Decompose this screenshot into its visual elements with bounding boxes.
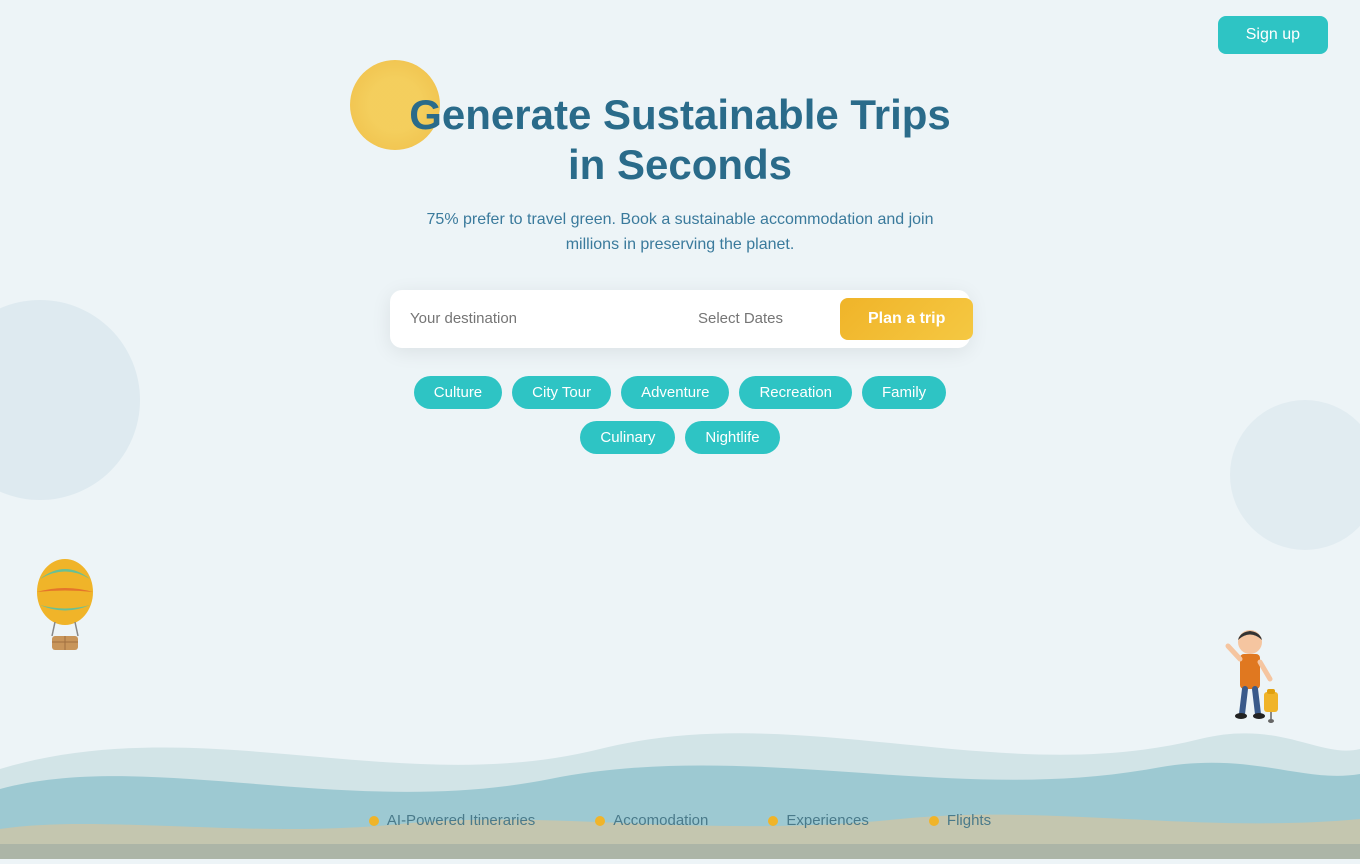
footer-dot — [369, 816, 379, 826]
signup-button[interactable]: Sign up — [1218, 16, 1328, 54]
tag-button[interactable]: Adventure — [621, 376, 729, 409]
plan-trip-button[interactable]: Plan a trip — [840, 298, 973, 340]
tag-button[interactable]: Culture — [414, 376, 502, 409]
traveler-figure — [1220, 624, 1280, 759]
tag-button[interactable]: Family — [862, 376, 946, 409]
header: Sign up — [0, 0, 1360, 70]
footer-dot — [768, 816, 778, 826]
footer-label: AI-Powered Itineraries — [387, 812, 535, 829]
tags-row-2: Culinary Nightlife — [580, 421, 779, 454]
main-content: Generate Sustainable Trips in Seconds 75… — [0, 70, 1360, 454]
tag-button[interactable]: Nightlife — [685, 421, 779, 454]
hero-title: Generate Sustainable Trips in Seconds — [409, 90, 951, 191]
footer-dot — [595, 816, 605, 826]
footer-dot — [929, 816, 939, 826]
tag-button[interactable]: City Tour — [512, 376, 611, 409]
footer-label: Accomodation — [613, 812, 708, 829]
footer-item: AI-Powered Itineraries — [369, 812, 535, 829]
footer-item: Flights — [929, 812, 991, 829]
footer-label: Experiences — [786, 812, 869, 829]
destination-input[interactable] — [410, 310, 609, 327]
search-box: Plan a trip — [390, 290, 970, 348]
footer-label: Flights — [947, 812, 991, 829]
tag-button[interactable]: Recreation — [739, 376, 852, 409]
dates-input[interactable] — [641, 310, 840, 327]
hot-air-balloon — [30, 554, 100, 659]
tag-button[interactable]: Culinary — [580, 421, 675, 454]
footer-item: Accomodation — [595, 812, 708, 829]
footer-item: Experiences — [768, 812, 869, 829]
bottom-footer: AI-Powered Itineraries Accomodation Experi… — [0, 812, 1360, 829]
hero-subtitle: 75% prefer to travel green. Book a susta… — [420, 207, 940, 258]
tags-row-1: Culture City Tour Adventure Recreation Famil… — [414, 376, 946, 409]
